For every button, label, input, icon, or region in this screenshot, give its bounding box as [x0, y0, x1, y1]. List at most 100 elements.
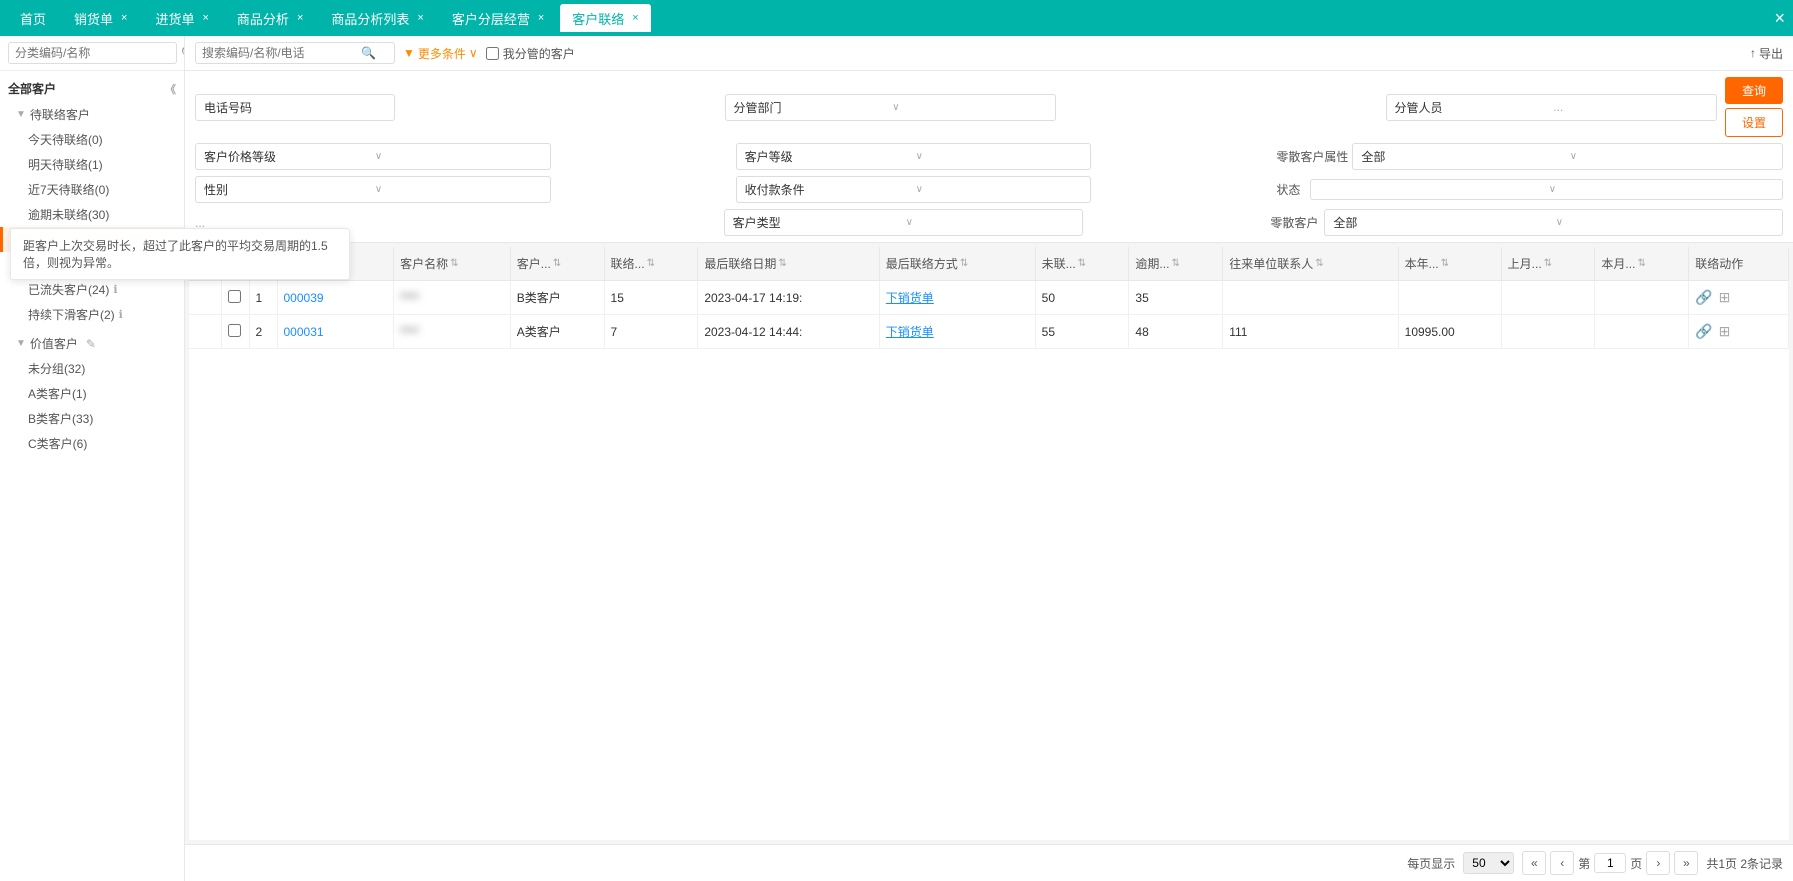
total-label: 共1页 2条记录: [1706, 855, 1783, 872]
table-row: 1 000039 **** B类客户 15 2023-04-17 14:19: …: [189, 281, 1789, 315]
cell-last-contact-date: 2023-04-17 14:19:: [698, 281, 879, 315]
cell-unit-contacts: [1223, 281, 1398, 315]
chevron-down-icon: ∨: [1556, 217, 1774, 228]
col-last-contact-method[interactable]: 最后联络方式 ⇅: [879, 247, 1035, 281]
nav-tab-customer-tier[interactable]: 客户分层经营 ×: [440, 4, 556, 32]
chevron-down-icon: ∨: [375, 184, 542, 195]
export-icon: ↑: [1750, 46, 1756, 60]
cell-customer-code[interactable]: 000039: [277, 281, 394, 315]
col-this-month[interactable]: 本月... ⇅: [1595, 247, 1689, 281]
cell-customer-name: ****: [394, 315, 511, 349]
cell-contact-count: 15: [604, 281, 698, 315]
customer-table: ⚙ 客户编码 ⇅: [189, 247, 1789, 349]
last-page-btn[interactable]: »: [1674, 851, 1698, 875]
per-page-select[interactable]: 50 100 200: [1463, 852, 1514, 874]
col-customer-type[interactable]: 客户... ⇅: [510, 247, 604, 281]
status-field[interactable]: ∨: [1310, 179, 1783, 200]
close-icon[interactable]: ×: [121, 12, 127, 24]
cell-last-contact-method[interactable]: 下销货单: [879, 315, 1035, 349]
prev-page-btn[interactable]: ‹: [1550, 851, 1574, 875]
row-checkbox[interactable]: [228, 290, 241, 303]
filter-expanded: 电话号码 分管部门 ∨ 分管人员 ... 查询 设置: [185, 71, 1793, 243]
cell-uncontacted: 50: [1035, 281, 1129, 315]
nav-tab-sales[interactable]: 销货单 ×: [62, 4, 139, 32]
price-level-field[interactable]: 客户价格等级 ∨: [195, 143, 551, 170]
cell-customer-code[interactable]: 000031: [277, 315, 394, 349]
nav-tab-customer-contact[interactable]: 客户联络 ×: [560, 4, 650, 32]
page-input[interactable]: [1594, 853, 1626, 873]
col-last-contact-date[interactable]: 最后联络日期 ⇅: [698, 247, 879, 281]
col-uncontacted[interactable]: 未联... ⇅: [1035, 247, 1129, 281]
close-icon[interactable]: ×: [417, 12, 423, 24]
more-conditions-btn[interactable]: ▼ 更多条件 ∨: [403, 45, 478, 62]
manager-field[interactable]: 分管人员 ...: [1386, 94, 1718, 121]
sidebar-item-class-a[interactable]: A类客户(1): [0, 381, 184, 406]
edit-icon[interactable]: ✎: [86, 337, 96, 351]
link-action-icon[interactable]: 🔗: [1695, 323, 1712, 340]
payment-field[interactable]: 收付款条件 ∨: [736, 176, 1092, 203]
cell-this-year: [1398, 281, 1501, 315]
customer-level-field[interactable]: 客户等级 ∨: [736, 143, 1092, 170]
table-row: 2 000031 **** A类客户 7 2023-04-12 14:44: 下…: [189, 315, 1789, 349]
sidebar-item-tomorrow[interactable]: 明天待联络(1): [0, 152, 184, 177]
first-page-btn[interactable]: «: [1522, 851, 1546, 875]
nav-tab-home[interactable]: 首页: [8, 4, 58, 32]
my-customers-checkbox[interactable]: [486, 47, 499, 60]
col-overdue[interactable]: 逾期... ⇅: [1129, 247, 1223, 281]
department-field[interactable]: 分管部门 ∨: [725, 94, 1057, 121]
grid-action-icon[interactable]: ⊞: [1719, 323, 1731, 340]
row-checkbox[interactable]: [228, 324, 241, 337]
cell-last-contact-method[interactable]: 下销货单: [879, 281, 1035, 315]
retail-customer-field[interactable]: 全部 ∨: [1324, 209, 1783, 236]
value-customer-group[interactable]: ▼ 价值客户 ✎: [0, 331, 184, 356]
main-search-input[interactable]: [202, 46, 357, 60]
sidebar-item-7days[interactable]: 近7天待联络(0): [0, 177, 184, 202]
arrow-icon: ▼: [16, 338, 26, 349]
page-unit: 页: [1630, 855, 1642, 872]
gender-field[interactable]: 性别 ∨: [195, 176, 551, 203]
query-button[interactable]: 查询: [1725, 77, 1783, 104]
col-actions: 联络动作: [1689, 247, 1789, 281]
export-button[interactable]: ↑ 导出: [1750, 45, 1783, 62]
sidebar-item-today[interactable]: 今天待联络(0): [0, 127, 184, 152]
close-icon[interactable]: ×: [202, 12, 208, 24]
sidebar-item-unclassified[interactable]: 未分组(32): [0, 356, 184, 381]
customer-name-text: ****: [400, 325, 419, 339]
close-icon[interactable]: ×: [538, 12, 544, 24]
customer-type-field[interactable]: 客户类型 ∨: [724, 209, 1084, 236]
sidebar-item-declining[interactable]: 持续下滑客户(2) ℹ: [0, 302, 184, 327]
tooltip-box: 距客户上次交易时长，超过了此客户的平均交易周期的1.5倍，则视为异常。: [10, 228, 350, 280]
filter-row-2: 客户价格等级 ∨ 客户等级 ∨ 零散客户属性 全部 ∨: [195, 143, 1783, 170]
contact-method-link[interactable]: 下销货单: [886, 325, 934, 339]
link-action-icon[interactable]: 🔗: [1695, 289, 1712, 306]
next-page-btn[interactable]: ›: [1646, 851, 1670, 875]
settings-button[interactable]: 设置: [1725, 108, 1783, 137]
window-close-button[interactable]: ×: [1774, 9, 1785, 27]
sidebar-item-class-b[interactable]: B类客户(33): [0, 406, 184, 431]
sidebar: 🔍 全部客户 《 ▼ 待联络客户 今天待联络(0) 明天待联络(1) 近7天待联…: [0, 36, 185, 881]
col-last-month[interactable]: 上月... ⇅: [1501, 247, 1595, 281]
sidebar-item-class-c[interactable]: C类客户(6): [0, 431, 184, 456]
nav-tab-purchase[interactable]: 进货单 ×: [143, 4, 220, 32]
close-icon[interactable]: ×: [632, 12, 638, 24]
col-this-year[interactable]: 本年... ⇅: [1398, 247, 1501, 281]
sidebar-item-churned[interactable]: 已流失客户(24) ℹ: [0, 277, 184, 302]
all-customers-header[interactable]: 全部客户 《: [0, 75, 184, 102]
retail-attr-field[interactable]: 全部 ∨: [1352, 143, 1783, 170]
phone-field[interactable]: 电话号码: [195, 94, 395, 121]
grid-action-icon[interactable]: ⊞: [1719, 289, 1731, 306]
col-contact-count[interactable]: 联络... ⇅: [604, 247, 698, 281]
my-customers-checkbox-label[interactable]: 我分管的客户: [486, 45, 575, 62]
collapse-icon[interactable]: 《: [165, 81, 176, 97]
sidebar-search-input[interactable]: [8, 42, 177, 64]
col-unit-contacts[interactable]: 往来单位联系人 ⇅: [1223, 247, 1398, 281]
pending-contact-group[interactable]: ▼ 待联络客户: [0, 102, 184, 127]
search-icon[interactable]: 🔍: [361, 46, 376, 60]
nav-tab-analysis[interactable]: 商品分析 ×: [225, 4, 315, 32]
data-table-wrapper: ⚙ 客户编码 ⇅: [189, 247, 1789, 840]
nav-tab-analysis-list[interactable]: 商品分析列表 ×: [319, 4, 435, 32]
contact-method-link[interactable]: 下销货单: [886, 291, 934, 305]
close-icon[interactable]: ×: [297, 12, 303, 24]
sidebar-item-overdue[interactable]: 逾期未联络(30): [0, 202, 184, 227]
col-customer-name[interactable]: 客户名称 ⇅: [394, 247, 511, 281]
